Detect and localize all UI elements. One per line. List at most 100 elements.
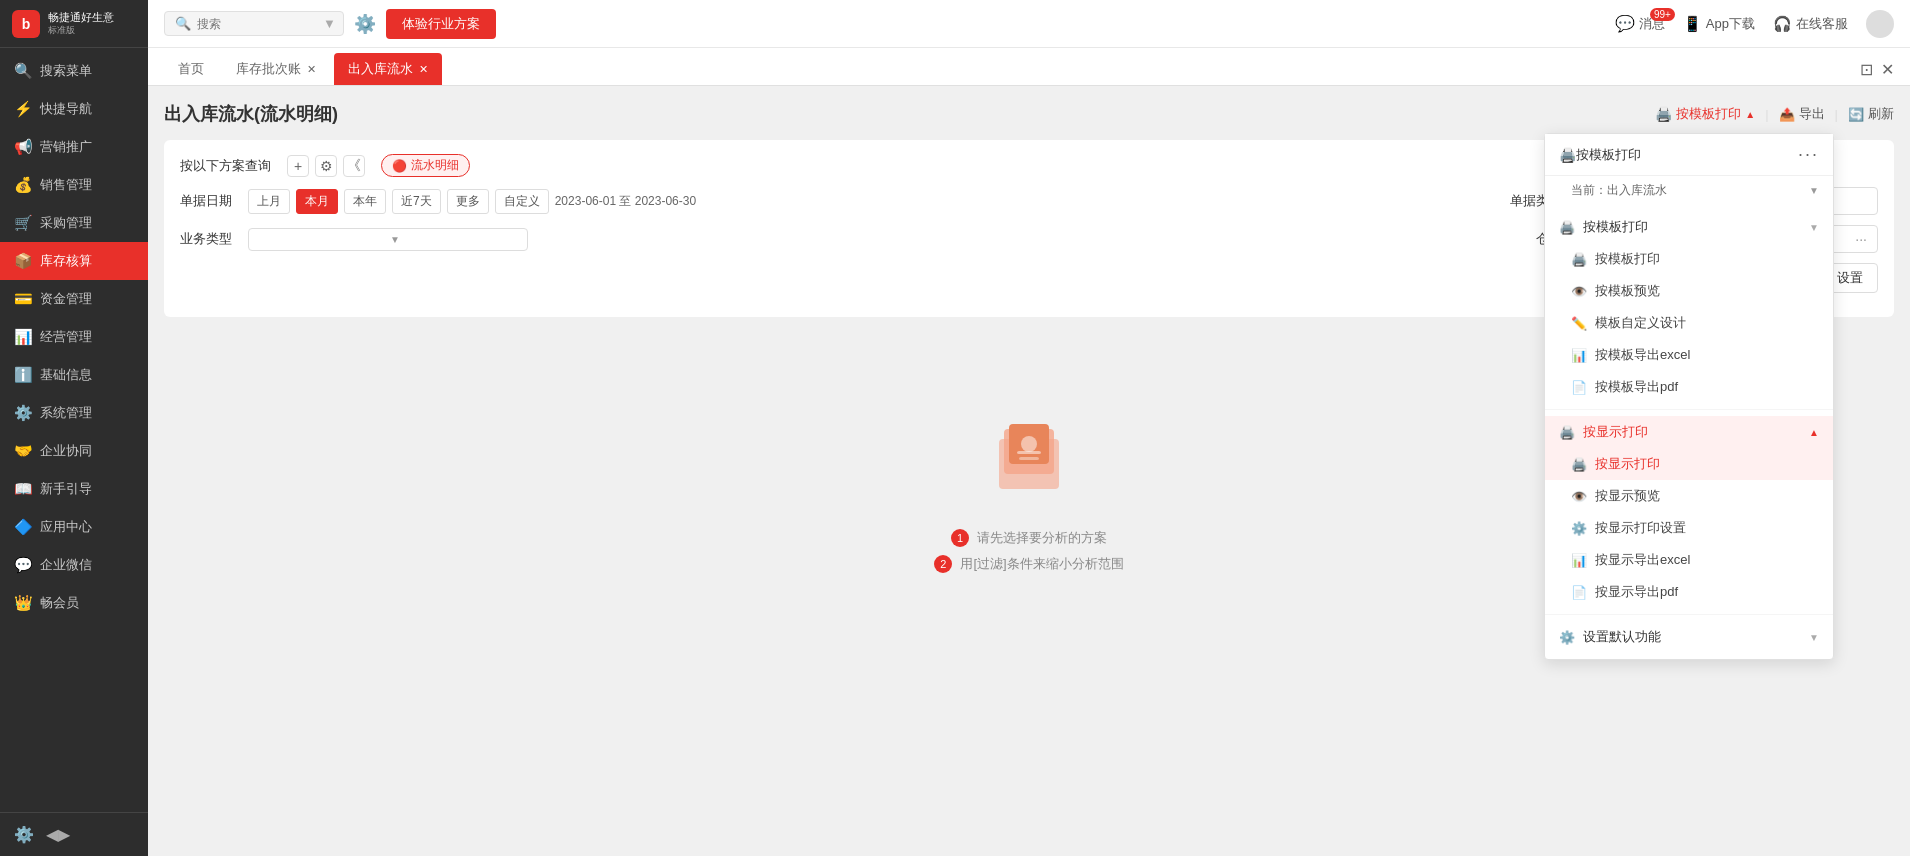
sidebar-item-label: 采购管理	[40, 214, 92, 232]
app-download-button[interactable]: 📱 App下载	[1683, 15, 1755, 33]
date-filter: 上月 本月 本年 近7天 更多 自定义 2023-06-01 至 2023-06…	[248, 189, 696, 214]
refresh-icon: 🔄	[1848, 107, 1864, 122]
tab-batch-close-icon[interactable]: ✕	[307, 63, 316, 76]
filter-tag[interactable]: 🔴 流水明细	[381, 154, 470, 177]
biz-type-dropdown[interactable]: ▼	[248, 228, 528, 251]
sidebar-item-guide[interactable]: 📖 新手引导	[0, 470, 148, 508]
display-export-excel-item[interactable]: 📊 按显示导出excel	[1545, 544, 1833, 576]
tab-flow-label: 出入库流水	[348, 60, 413, 78]
collapse-sidebar-icon[interactable]: ◀▶	[46, 825, 70, 844]
tab-batch-account[interactable]: 库存批次账 ✕	[222, 53, 330, 85]
filter-settings-button[interactable]: ⚙	[315, 155, 337, 177]
divider2: |	[1835, 107, 1838, 122]
industry-solution-button[interactable]: 体验行业方案	[386, 9, 496, 39]
filter-collapse-button[interactable]: 《	[343, 155, 365, 177]
settings-icon[interactable]: ⚙️	[14, 825, 34, 844]
date-btn-last-month[interactable]: 上月	[248, 189, 290, 214]
display-print-settings-item[interactable]: ⚙️ 按显示打印设置	[1545, 512, 1833, 544]
tab-close-all-button[interactable]: ✕	[1881, 60, 1894, 79]
design-icon: ✏️	[1571, 316, 1587, 331]
template-preview-item[interactable]: 👁️ 按模板预览	[1545, 275, 1833, 307]
display-section-arrow: ▲	[1809, 427, 1819, 438]
message-button[interactable]: 💬 消息 99+	[1615, 14, 1665, 33]
print-template-button[interactable]: 🖨️ 按模板打印 ▲	[1655, 105, 1755, 123]
display-export-pdf-item[interactable]: 📄 按显示导出pdf	[1545, 576, 1833, 608]
more-options-icon[interactable]: ···	[1798, 144, 1819, 165]
sidebar-item-appcenter[interactable]: 🔷 应用中心	[0, 508, 148, 546]
sidebar-item-quicknav[interactable]: ⚡ 快捷导航	[0, 90, 148, 128]
sidebar-item-inventory[interactable]: 📦 库存核算	[0, 242, 148, 280]
member-icon: 👑	[14, 594, 32, 612]
sidebar-item-label: 新手引导	[40, 480, 92, 498]
template-print-item[interactable]: 🖨️ 按模板打印	[1545, 243, 1833, 275]
svg-point-3	[1021, 436, 1037, 452]
sidebar-item-label: 应用中心	[40, 518, 92, 536]
date-btn-7days[interactable]: 近7天	[392, 189, 441, 214]
default-settings-header[interactable]: ⚙️ 设置默认功能 ▼	[1545, 621, 1833, 653]
sales-icon: 💰	[14, 176, 32, 194]
date-btn-this-month[interactable]: 本月	[296, 189, 338, 214]
step-1-num: 1	[951, 529, 969, 547]
management-icon: 📊	[14, 328, 32, 346]
template-section-header[interactable]: 🖨️ 按模板打印 ▼	[1545, 211, 1833, 243]
tab-stock-flow[interactable]: 出入库流水 ✕	[334, 53, 442, 85]
user-avatar[interactable]	[1866, 10, 1894, 38]
svg-rect-5	[1019, 457, 1039, 460]
settings-gear-icon[interactable]: ⚙️	[354, 13, 376, 35]
template-export-excel-item[interactable]: 📊 按模板导出excel	[1545, 339, 1833, 371]
app-name: 畅捷通好生意	[48, 10, 114, 24]
collab-icon: 🤝	[14, 442, 32, 460]
message-badge: 99+	[1650, 8, 1675, 21]
sidebar-item-sales[interactable]: 💰 销售管理	[0, 166, 148, 204]
sidebar-item-search[interactable]: 🔍 搜索菜单	[0, 52, 148, 90]
page-title: 出入库流水(流水明细)	[164, 102, 338, 126]
sidebar-item-marketing[interactable]: 📢 营销推广	[0, 128, 148, 166]
display-print-doc-icon: 🖨️	[1571, 457, 1587, 472]
template-export-pdf-item[interactable]: 📄 按模板导出pdf	[1545, 371, 1833, 403]
sidebar-item-finance[interactable]: 💳 资金管理	[0, 280, 148, 318]
refresh-button[interactable]: 🔄 刷新	[1848, 105, 1894, 123]
date-btn-custom[interactable]: 自定义	[495, 189, 549, 214]
display-print-item[interactable]: 🖨️ 按显示打印	[1545, 448, 1833, 480]
preview-icon: 👁️	[1571, 284, 1587, 299]
export-button[interactable]: 📤 导出	[1779, 105, 1825, 123]
online-service-button[interactable]: 🎧 在线客服	[1773, 15, 1848, 33]
tab-flow-close-icon[interactable]: ✕	[419, 63, 428, 76]
online-service-label: 在线客服	[1796, 15, 1848, 33]
template-design-item[interactable]: ✏️ 模板自定义设计	[1545, 307, 1833, 339]
sidebar-item-management[interactable]: 📊 经营管理	[0, 318, 148, 356]
sidebar: b 畅捷通好生意 标准版 🔍 搜索菜单 ⚡ 快捷导航 📢 营销推广 💰 销售管理…	[0, 0, 148, 856]
sidebar-item-system[interactable]: ⚙️ 系统管理	[0, 394, 148, 432]
tab-restore-button[interactable]: ⊡	[1860, 60, 1873, 79]
filter-add-button[interactable]: +	[287, 155, 309, 177]
default-section-arrow: ▼	[1809, 632, 1819, 643]
page-header: 出入库流水(流水明细) 🖨️ 按模板打印 ▲ | 📤 导出 | 🔄 刷新	[164, 102, 1894, 126]
step-2-num: 2	[934, 555, 952, 573]
search-input[interactable]	[197, 17, 317, 31]
sidebar-item-label: 资金管理	[40, 290, 92, 308]
display-section-header[interactable]: 🖨️ 按显示打印 ▲	[1545, 416, 1833, 448]
sidebar-item-label: 系统管理	[40, 404, 92, 422]
sidebar-item-basic[interactable]: ℹ️ 基础信息	[0, 356, 148, 394]
step-2-text: 用[过滤]条件来缩小分析范围	[960, 555, 1123, 573]
sidebar-item-collab[interactable]: 🤝 企业协同	[0, 432, 148, 470]
sidebar-item-member[interactable]: 👑 畅会员	[0, 584, 148, 622]
chevron-up-icon: ▲	[1745, 109, 1755, 120]
display-preview-item[interactable]: 👁️ 按显示预览	[1545, 480, 1833, 512]
phone-icon: 📱	[1683, 15, 1702, 33]
inventory-icon: 📦	[14, 252, 32, 270]
display-section-title: 按显示打印	[1583, 423, 1648, 441]
empty-step-1: 1 请先选择要分析的方案	[951, 529, 1107, 547]
topbar-search-box[interactable]: 🔍 ▼	[164, 11, 344, 36]
date-btn-this-year[interactable]: 本年	[344, 189, 386, 214]
sidebar-item-purchase[interactable]: 🛒 采购管理	[0, 204, 148, 242]
sidebar-item-wechat[interactable]: 💬 企业微信	[0, 546, 148, 584]
empty-step-2: 2 用[过滤]条件来缩小分析范围	[934, 555, 1123, 573]
biz-type-label: 业务类型	[180, 230, 232, 248]
warehouse-more-icon: ···	[1855, 231, 1867, 247]
tab-home-label: 首页	[178, 60, 204, 78]
tab-home[interactable]: 首页	[164, 53, 218, 85]
topbar-right: 💬 消息 99+ 📱 App下载 🎧 在线客服	[1615, 10, 1894, 38]
sidebar-item-label: 库存核算	[40, 252, 92, 270]
date-btn-more[interactable]: 更多	[447, 189, 489, 214]
